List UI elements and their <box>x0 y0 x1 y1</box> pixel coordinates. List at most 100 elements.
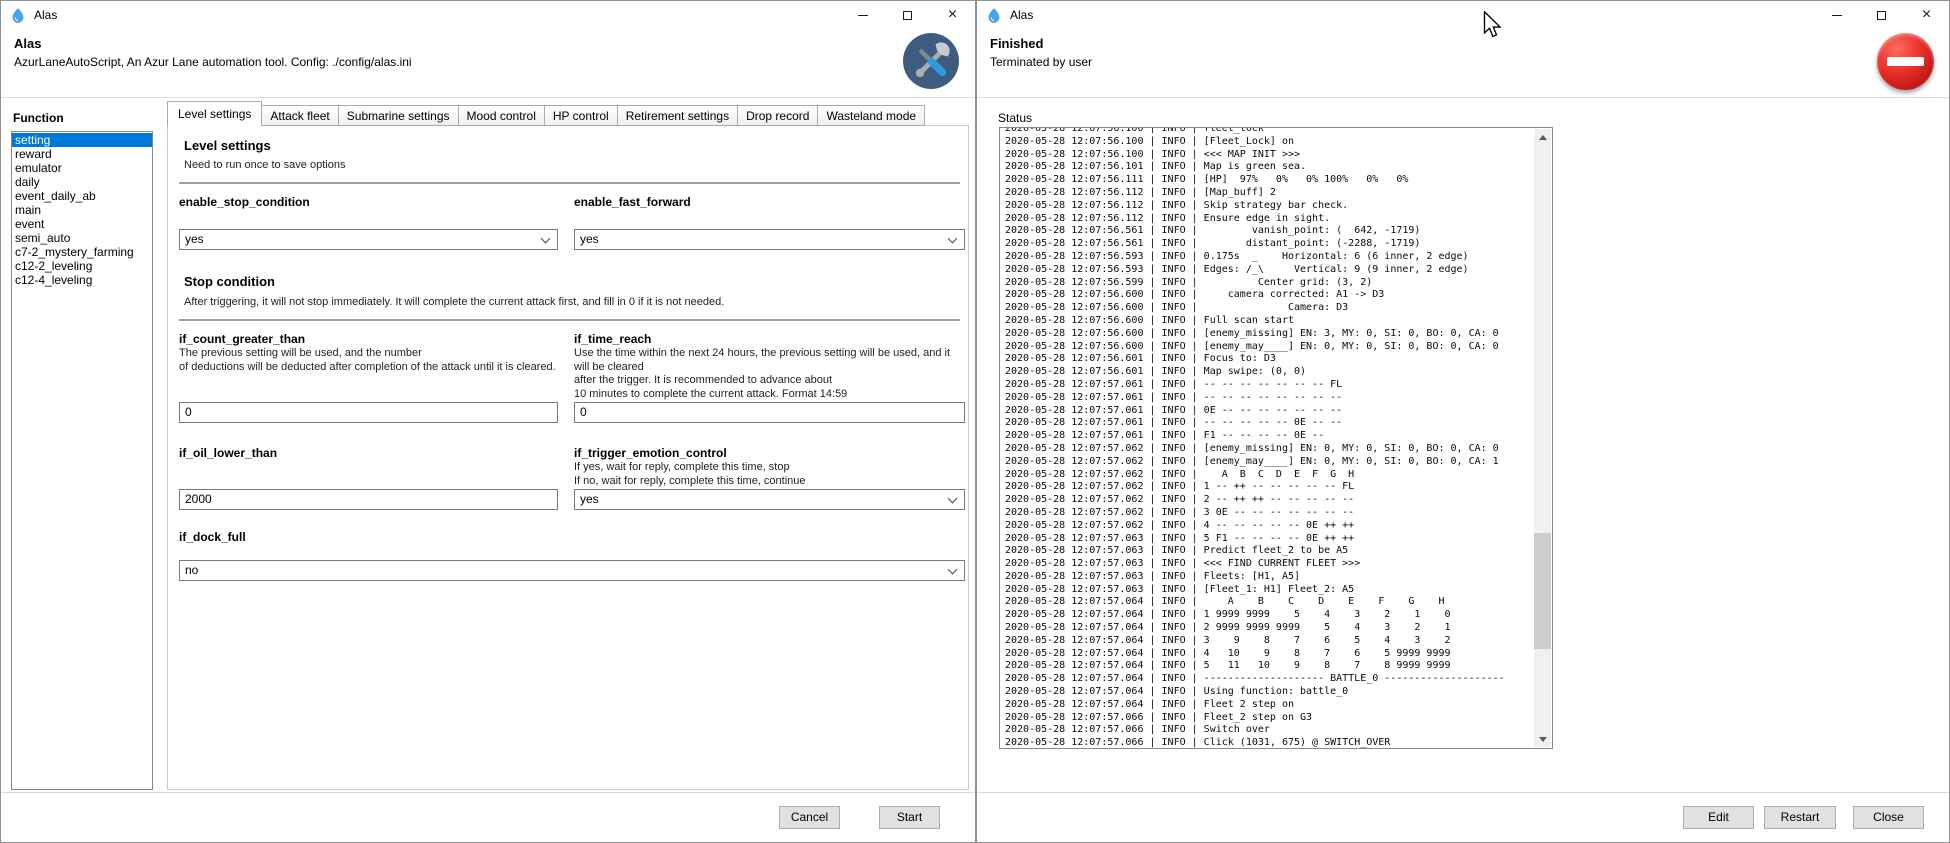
tab-retirement-settings[interactable]: Retirement settings <box>617 105 738 126</box>
footer-divider <box>977 792 1949 793</box>
left-header: Alas AzurLaneAutoScript, An Azur Lane au… <box>1 29 975 98</box>
chevron-down-icon <box>948 565 958 575</box>
help-if-trigger-emotion-control: If yes, wait for reply, complete this ti… <box>574 461 966 488</box>
section-desc-level-settings: Need to run once to save options <box>184 159 345 171</box>
tab-attack-fleet[interactable]: Attack fleet <box>261 105 338 126</box>
if-oil-lower-than-input[interactable]: 2000 <box>179 489 558 510</box>
scrollbar-thumb[interactable] <box>1534 533 1551 649</box>
scroll-down-button[interactable] <box>1534 731 1551 747</box>
app-title: Alas <box>14 36 41 51</box>
alas-app-icon <box>986 7 1002 23</box>
log-scrollbar[interactable] <box>1534 129 1551 747</box>
label-if-dock-full: if_dock_full <box>179 530 246 544</box>
help-if-count-greater-than: The previous setting will be used, and t… <box>179 347 561 374</box>
tools-icon <box>902 32 960 90</box>
start-button[interactable]: Start <box>879 806 940 829</box>
enable-stop-condition-value: yes <box>185 232 204 246</box>
function-list-item-emulator[interactable]: emulator <box>12 161 152 175</box>
minimize-icon <box>858 15 868 16</box>
titlebar[interactable]: Alas × <box>977 1 1949 29</box>
footer-divider <box>1 792 975 793</box>
run-status-title: Finished <box>990 36 1043 51</box>
tab-submarine-settings[interactable]: Submarine settings <box>338 105 459 126</box>
tab-strip: Level settingsAttack fleetSubmarine sett… <box>168 101 925 126</box>
app-subtitle: AzurLaneAutoScript, An Azur Lane automat… <box>14 55 412 69</box>
function-list-item-daily[interactable]: daily <box>12 175 152 189</box>
chevron-down-icon <box>948 494 958 504</box>
if-dock-full-value: no <box>185 563 198 577</box>
chevron-down-icon <box>948 234 958 244</box>
function-list-item-c12-4_leveling[interactable]: c12-4_leveling <box>12 273 152 287</box>
label-if-time-reach: if_time_reach <box>574 332 651 346</box>
minimize-button[interactable] <box>1814 1 1859 29</box>
section-desc-stop-condition: After triggering, it will not stop immed… <box>184 296 724 308</box>
stop-icon-bar <box>1887 57 1925 66</box>
label-enable-fast-forward: enable_fast_forward <box>574 195 691 209</box>
enable-stop-condition-select[interactable]: yes <box>179 229 558 250</box>
function-list-item-c7-2_mystery_farming[interactable]: c7-2_mystery_farming <box>12 245 152 259</box>
function-list[interactable]: settingrewardemulatordailyevent_daily_ab… <box>11 131 153 790</box>
if-dock-full-select[interactable]: no <box>179 560 965 581</box>
titlebar[interactable]: Alas × <box>1 1 975 29</box>
alas-app-icon <box>10 7 26 23</box>
function-group-label: Function <box>13 111 64 125</box>
restart-button[interactable]: Restart <box>1764 806 1836 829</box>
function-list-item-event[interactable]: event <box>12 217 152 231</box>
maximize-icon <box>1877 11 1886 20</box>
enable-fast-forward-select[interactable]: yes <box>574 229 965 250</box>
help-if-time-reach: Use the time within the next 24 hours, t… <box>574 347 966 401</box>
tab-wasteland-mode[interactable]: Wasteland mode <box>817 105 925 126</box>
if-time-reach-input[interactable]: 0 <box>574 402 965 423</box>
right-header: Finished Terminated by user <box>977 29 1949 98</box>
tab-hp-control[interactable]: HP control <box>544 105 618 126</box>
scroll-up-button[interactable] <box>1534 129 1551 145</box>
divider <box>179 319 960 321</box>
function-list-item-reward[interactable]: reward <box>12 147 152 161</box>
close-icon: × <box>948 7 957 23</box>
arrow-down-icon <box>1539 737 1547 742</box>
mouse-cursor <box>1483 11 1501 38</box>
minimize-button[interactable] <box>840 1 885 29</box>
label-if-oil-lower-than: if_oil_lower_than <box>179 446 277 460</box>
alas-settings-window: Alas × Alas AzurLaneAutoScript, An Azur … <box>0 0 976 843</box>
if-trigger-emotion-control-select[interactable]: yes <box>574 489 965 510</box>
label-enable-stop-condition: enable_stop_condition <box>179 195 310 209</box>
function-list-item-main[interactable]: main <box>12 203 152 217</box>
edit-button[interactable]: Edit <box>1683 806 1754 829</box>
stop-icon <box>1877 33 1934 90</box>
alas-run-window: Alas × Finished Terminated by user Statu… <box>976 0 1950 843</box>
label-if-trigger-emotion-control: if_trigger_emotion_control <box>574 446 727 460</box>
chevron-down-icon <box>541 234 551 244</box>
window-title: Alas <box>1010 8 1033 22</box>
divider <box>179 182 960 184</box>
level-settings-tabpage: Level settings Need to run once to save … <box>167 125 969 790</box>
close-button[interactable]: × <box>930 1 975 29</box>
tab-drop-record[interactable]: Drop record <box>737 105 818 126</box>
maximize-icon <box>903 11 912 20</box>
if-trigger-emotion-control-value: yes <box>580 492 599 506</box>
function-list-item-event_daily_ab[interactable]: event_daily_ab <box>12 189 152 203</box>
function-list-item-c12-2_leveling[interactable]: c12-2_leveling <box>12 259 152 273</box>
function-list-item-semi_auto[interactable]: semi_auto <box>12 231 152 245</box>
run-status-subtitle: Terminated by user <box>990 55 1092 69</box>
minimize-icon <box>1832 15 1842 16</box>
cancel-button[interactable]: Cancel <box>779 806 840 829</box>
close-icon: × <box>1922 7 1931 23</box>
window-title: Alas <box>34 8 57 22</box>
tab-mood-control[interactable]: Mood control <box>458 105 545 126</box>
label-if-count-greater-than: if_count_greater_than <box>179 332 305 346</box>
maximize-button[interactable] <box>885 1 930 29</box>
close-button[interactable]: × <box>1904 1 1949 29</box>
function-list-item-setting[interactable]: setting <box>12 133 152 147</box>
arrow-up-icon <box>1539 135 1547 140</box>
section-title-level-settings: Level settings <box>184 138 271 153</box>
if-count-greater-than-input[interactable]: 0 <box>179 402 558 423</box>
log-panel[interactable]: 2020-05-28 12:07:56.100 | INFO | fleet_l… <box>999 127 1553 749</box>
status-group-label: Status <box>998 111 1032 125</box>
tab-level-settings[interactable]: Level settings <box>167 101 262 126</box>
enable-fast-forward-value: yes <box>580 232 599 246</box>
section-title-stop-condition: Stop condition <box>184 274 275 289</box>
log-output: 2020-05-28 12:07:56.100 | INFO | fleet_l… <box>1000 127 1552 749</box>
close-run-button[interactable]: Close <box>1853 806 1924 829</box>
maximize-button[interactable] <box>1859 1 1904 29</box>
